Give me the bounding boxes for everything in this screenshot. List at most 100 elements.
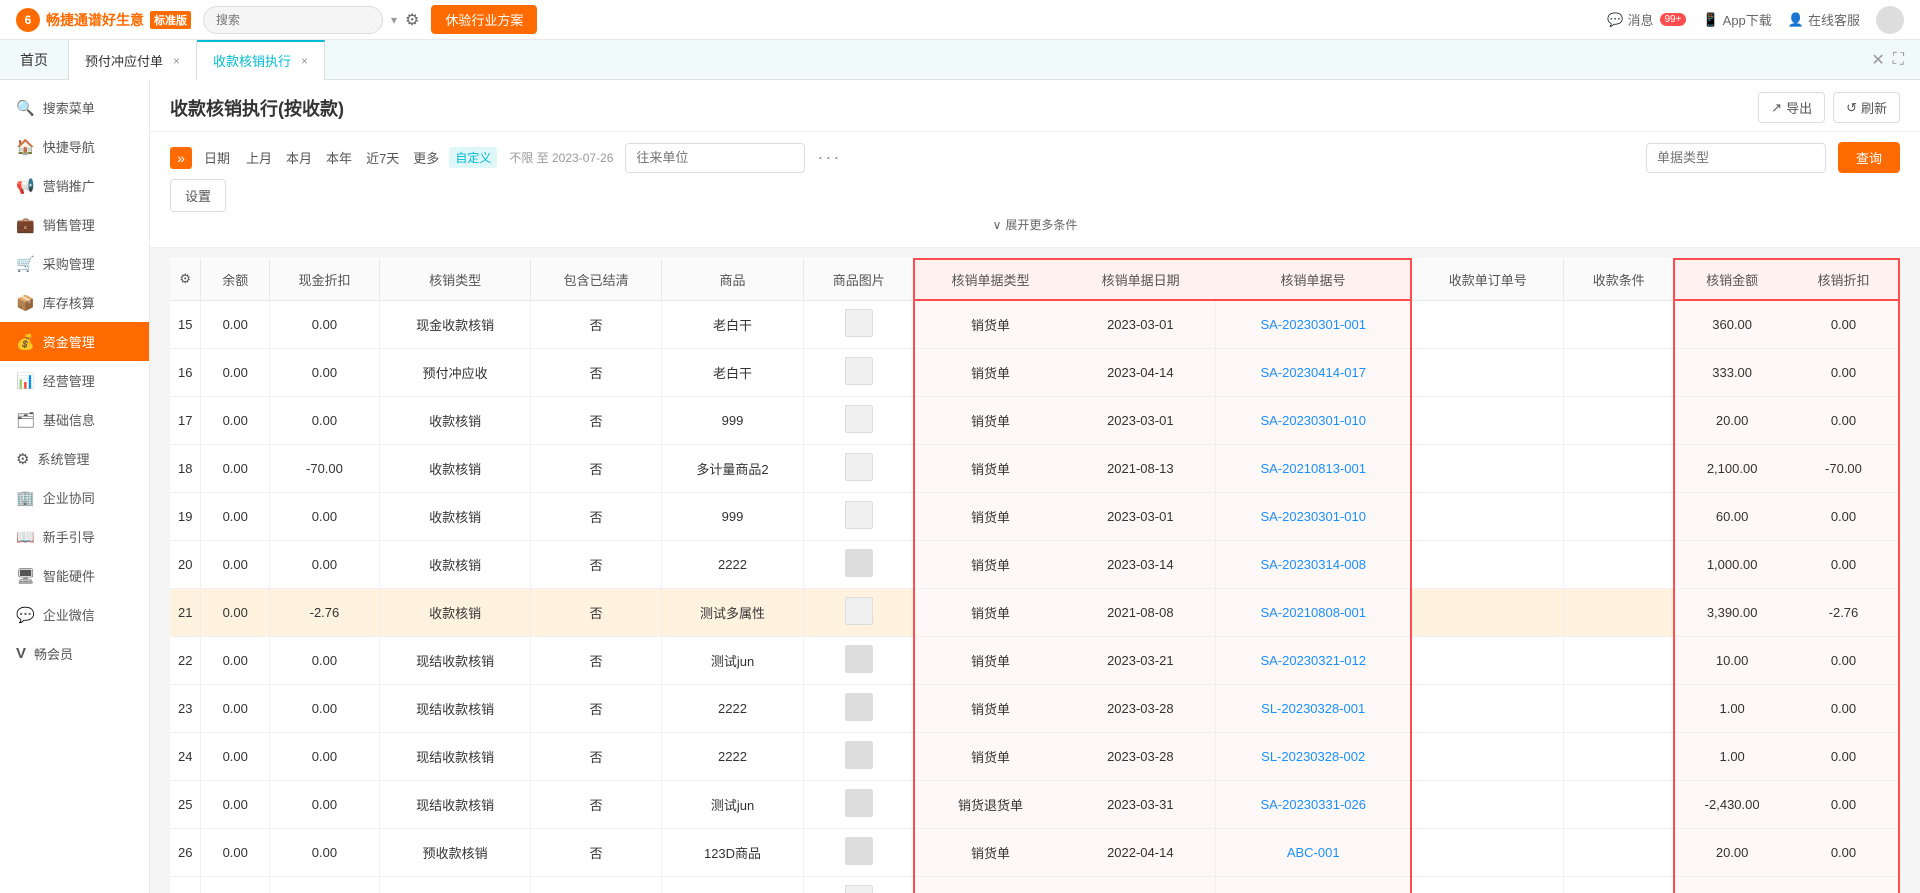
sidebar-item-hardware[interactable]: 🖥 智能硬件 xyxy=(0,556,149,595)
cell-verify-amount: 10.00 xyxy=(1674,636,1789,684)
user-avatar[interactable] xyxy=(1876,6,1904,34)
sidebar-item-inventory[interactable]: 📦 库存核算 xyxy=(0,283,149,322)
inventory-icon: 📦 xyxy=(16,294,35,312)
sidebar-item-sales[interactable]: 💼 销售管理 xyxy=(0,205,149,244)
sidebar-item-purchase[interactable]: 🛒 采购管理 xyxy=(0,244,149,283)
bill-no-link[interactable]: SA-20230301-010 xyxy=(1260,413,1366,428)
bill-no-link[interactable]: SA-20230321-012 xyxy=(1260,653,1366,668)
cell-cash-discount: 0.00 xyxy=(269,684,379,732)
bill-no-link[interactable]: SA-20230301-010 xyxy=(1260,509,1366,524)
brand-logo: 6 xyxy=(16,8,40,32)
search-input[interactable] xyxy=(203,6,383,34)
sidebar-item-basic[interactable]: 🗂 基础信息 xyxy=(0,400,149,439)
th-goods-img: 商品图片 xyxy=(804,259,915,300)
cell-remainder: 0.00 xyxy=(201,684,270,732)
cell-verify-bill-type: 销货单 xyxy=(914,636,1065,684)
date-btn-this-year[interactable]: 本年 xyxy=(322,146,356,169)
cell-goods: 测试多属性 xyxy=(661,588,803,636)
cell-verify-amount: 1.00 xyxy=(1674,732,1789,780)
expand-filter-button[interactable]: » xyxy=(170,147,192,169)
tab-prepay[interactable]: 预付冲应付单 × xyxy=(69,40,197,80)
sidebar-item-wechat[interactable]: 💬 企业微信 xyxy=(0,595,149,634)
th-receipt-order-no: 收款单订单号 xyxy=(1411,259,1563,300)
bill-no-link[interactable]: SL-20230328-001 xyxy=(1261,701,1365,716)
sidebar-label-quicknav: 快捷导航 xyxy=(43,137,95,156)
settings-icon[interactable]: ⚙ xyxy=(405,10,419,30)
cell-goods: 2222 xyxy=(661,540,803,588)
bill-no-link[interactable]: SA-20210808-001 xyxy=(1260,605,1366,620)
cell-id: 24 xyxy=(170,732,201,780)
tab-home[interactable]: 首页 xyxy=(0,40,69,80)
date-custom-btn[interactable]: 自定义 xyxy=(449,147,497,168)
goods-image xyxy=(845,549,873,577)
cell-verify-type: 现结收款核销 xyxy=(379,732,530,780)
filter-bar: » 日期 上月 本月 本年 近7天 更多 自定义 不限 至 2023-07-26… xyxy=(150,132,1920,248)
cell-verify-bill-type: 销货单 xyxy=(914,540,1065,588)
online-service-item[interactable]: 👤 在线客服 xyxy=(1788,10,1860,29)
bill-type-input[interactable] xyxy=(1646,143,1826,173)
cell-verify-discount: 0.00 xyxy=(1789,780,1899,828)
tab-verify-close[interactable]: × xyxy=(301,54,308,68)
cell-verify-bill-type: 销货单 xyxy=(914,828,1065,876)
solution-button[interactable]: 休验行业方案 xyxy=(431,5,537,34)
th-verify-type: 核销类型 xyxy=(379,259,530,300)
cell-verify-amount: 333.00 xyxy=(1674,348,1789,396)
bill-no-link[interactable]: SA-20210813-001 xyxy=(1260,461,1366,476)
message-item[interactable]: 💬 消息 99+ xyxy=(1607,10,1686,29)
filter-dots[interactable]: ··· xyxy=(817,147,841,168)
th-remainder: 余额 xyxy=(201,259,270,300)
cell-verify-discount: -2.76 xyxy=(1789,588,1899,636)
cell-included-settled: 否 xyxy=(531,588,662,636)
sidebar-item-guide[interactable]: 📖 新手引导 xyxy=(0,517,149,556)
bill-no-link[interactable]: SA-20230331-026 xyxy=(1260,797,1366,812)
online-service-label: 在线客服 xyxy=(1808,10,1860,29)
sidebar-item-operations[interactable]: 📊 经营管理 xyxy=(0,361,149,400)
counterpart-input[interactable] xyxy=(625,143,805,173)
table-wrapper[interactable]: ⚙ 余额 现金折扣 核销类型 包含已结清 商品 商品图片 核销单据类型 核销单据… xyxy=(150,248,1920,893)
tab-prepay-close[interactable]: × xyxy=(173,54,180,68)
date-btn-last-month[interactable]: 上月 xyxy=(242,146,276,169)
cell-remainder: 0.00 xyxy=(201,492,270,540)
cell-verify-type: 收款核销 xyxy=(379,588,530,636)
operations-icon: 📊 xyxy=(16,372,35,390)
date-btn-7days[interactable]: 近7天 xyxy=(362,146,403,169)
cell-receipt-condition xyxy=(1564,684,1675,732)
tab-expand-icon[interactable]: ⛶ xyxy=(1893,51,1904,69)
th-included-settled: 包含已结清 xyxy=(531,259,662,300)
app-download-item[interactable]: 📱 App下载 xyxy=(1702,10,1771,29)
cell-verify-bill-no: SA-20230301-010 xyxy=(1215,396,1411,444)
dropdown-arrow-icon[interactable]: ▾ xyxy=(391,13,397,27)
cell-verify-bill-type: 销货单 xyxy=(914,348,1065,396)
cell-receipt-order-no xyxy=(1411,684,1563,732)
cell-id: 20 xyxy=(170,540,201,588)
refresh-button[interactable]: ↺ 刷新 xyxy=(1833,92,1900,123)
expand-more-btn[interactable]: ∨ 展开更多条件 xyxy=(170,212,1900,237)
query-button[interactable]: 查询 xyxy=(1838,142,1900,173)
cell-goods-img xyxy=(804,348,915,396)
bill-no-link[interactable]: SA-20230314-008 xyxy=(1260,557,1366,572)
tab-verify[interactable]: 收款核销执行 × xyxy=(197,40,325,80)
sidebar-item-system[interactable]: ⚙ 系统管理 xyxy=(0,439,149,478)
tab-close-all-icon[interactable]: ✕ xyxy=(1871,50,1884,70)
cell-receipt-condition xyxy=(1564,876,1675,893)
export-button[interactable]: ↗ 导出 xyxy=(1758,92,1825,123)
date-btn-more[interactable]: 更多 xyxy=(409,146,443,169)
sidebar-item-member[interactable]: V 畅会员 xyxy=(0,634,149,673)
sidebar-item-search[interactable]: 🔍 搜索菜单 xyxy=(0,88,149,127)
sidebar-item-enterprise[interactable]: 🏢 企业协同 xyxy=(0,478,149,517)
sidebar-item-quicknav[interactable]: 🏠 快捷导航 xyxy=(0,127,149,166)
bill-no-link[interactable]: SL-20230328-002 xyxy=(1261,749,1365,764)
bill-no-link[interactable]: ABC-001 xyxy=(1287,845,1340,860)
cell-verify-amount: 100.00 xyxy=(1674,876,1789,893)
date-btn-this-month[interactable]: 本月 xyxy=(282,146,316,169)
sidebar-item-marketing[interactable]: 📢 营销推广 xyxy=(0,166,149,205)
bill-no-link[interactable]: SA-20230301-001 xyxy=(1260,317,1366,332)
cell-remainder: 0.00 xyxy=(201,636,270,684)
message-label: 消息 xyxy=(1627,10,1653,29)
cell-goods: 123D商品 xyxy=(661,828,803,876)
th-gear[interactable]: ⚙ xyxy=(170,259,201,300)
cell-verify-type: 现结收款核销 xyxy=(379,684,530,732)
bill-no-link[interactable]: SA-20230414-017 xyxy=(1260,365,1366,380)
sidebar-item-finance[interactable]: 💰 资金管理 xyxy=(0,322,149,361)
table-settings-button[interactable]: 设置 xyxy=(170,179,226,212)
